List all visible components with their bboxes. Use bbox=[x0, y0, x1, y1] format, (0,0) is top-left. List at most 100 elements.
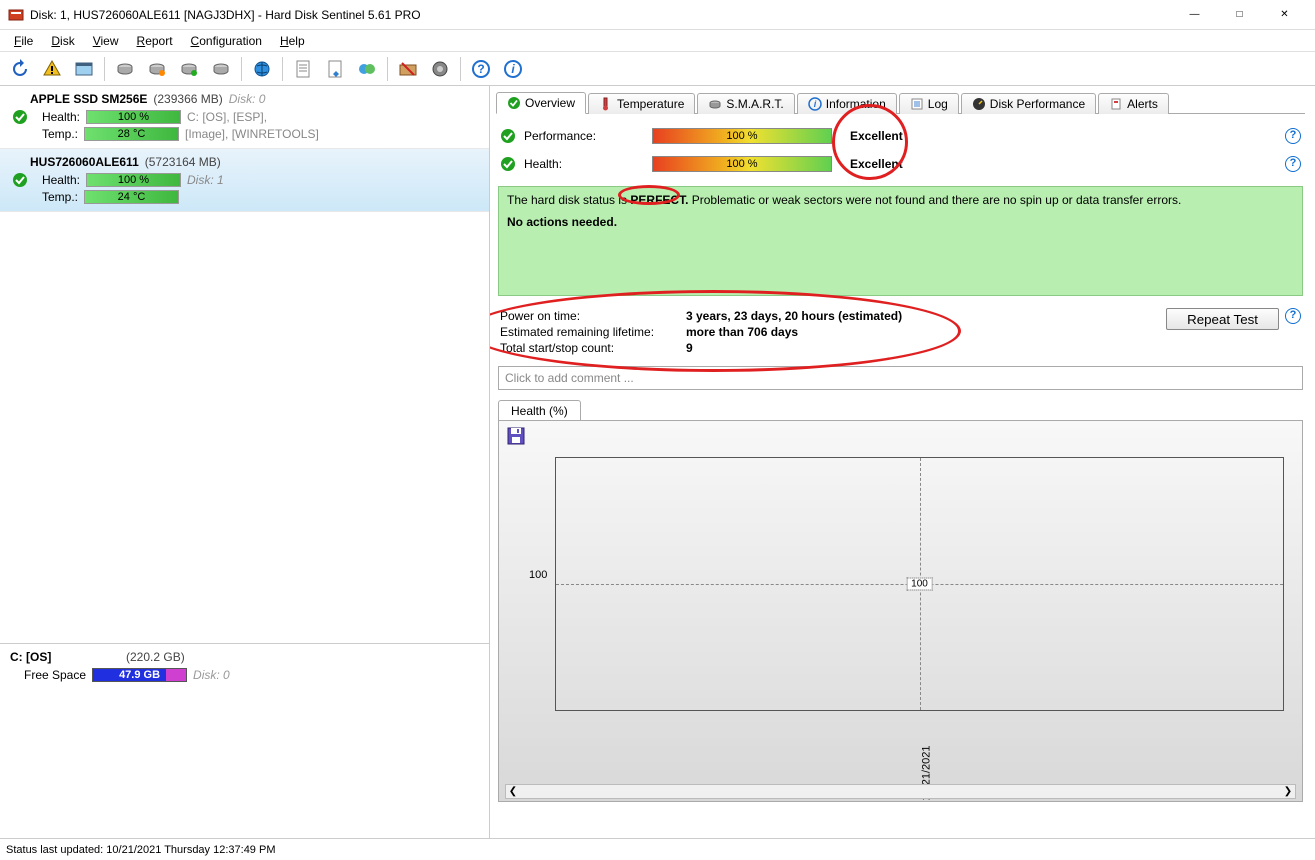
log-icon bbox=[910, 97, 924, 111]
panel-icon[interactable] bbox=[70, 55, 98, 83]
chart-box: 100 bbox=[555, 457, 1284, 711]
horizontal-scrollbar[interactable]: ❮ ❯ bbox=[505, 784, 1296, 799]
statusbar: Status last updated: 10/21/2021 Thursday… bbox=[0, 838, 1315, 860]
toolbar: ? i bbox=[0, 52, 1315, 86]
report-icon-1[interactable] bbox=[289, 55, 317, 83]
temp-bar: 28 °C bbox=[84, 127, 179, 141]
menu-file[interactable]: File bbox=[6, 32, 41, 50]
warning-icon[interactable] bbox=[38, 55, 66, 83]
report-icon-2[interactable] bbox=[321, 55, 349, 83]
tab-information[interactable]: i Information bbox=[797, 93, 897, 114]
menu-help[interactable]: Help bbox=[272, 32, 313, 50]
scroll-left-icon[interactable]: ❮ bbox=[506, 786, 520, 797]
disk-icon-3[interactable] bbox=[175, 55, 203, 83]
check-icon bbox=[500, 128, 516, 144]
disk-size: (239366 MB) bbox=[153, 92, 222, 106]
help-icon[interactable]: ? bbox=[1285, 308, 1301, 324]
status-suffix: Problematic or weak sectors were not fou… bbox=[688, 193, 1181, 207]
poweron-value: 3 years, 23 days, 20 hours (estimated) bbox=[686, 309, 902, 323]
stats-area: Power on time: 3 years, 23 days, 20 hour… bbox=[496, 300, 1305, 364]
health-rating: Excellent bbox=[850, 157, 903, 171]
minimize-button[interactable]: — bbox=[1172, 0, 1217, 30]
temp-label: Temp.: bbox=[32, 190, 78, 204]
menu-disk[interactable]: Disk bbox=[43, 32, 82, 50]
tab-smart[interactable]: S.M.A.R.T. bbox=[697, 93, 794, 114]
thermometer-icon bbox=[599, 97, 613, 111]
info-icon[interactable]: i bbox=[499, 55, 527, 83]
temp-label: Temp.: bbox=[32, 127, 78, 141]
tabs: Overview Temperature S.M.A.R.T. i Inform… bbox=[496, 90, 1305, 114]
menubar: File Disk View Report Configuration Help bbox=[0, 30, 1315, 52]
partition-name: C: [OS] bbox=[10, 650, 120, 664]
disk-icon-2[interactable] bbox=[143, 55, 171, 83]
chart-area: 100 100 10/21/2021 ❮ ❯ bbox=[498, 420, 1303, 802]
menu-report[interactable]: Report bbox=[129, 32, 181, 50]
freespace-label: Free Space bbox=[24, 668, 86, 682]
health-label: Health: bbox=[524, 157, 644, 171]
disk-icon-4[interactable] bbox=[207, 55, 235, 83]
y-axis-tick: 100 bbox=[529, 569, 547, 581]
disk-number: Disk: 1 bbox=[187, 173, 224, 187]
comment-input[interactable]: Click to add comment ... bbox=[498, 366, 1303, 390]
health-tab-label[interactable]: Health (%) bbox=[498, 400, 581, 421]
freespace-bar: 47.9 GB bbox=[92, 668, 187, 682]
disk-item-1[interactable]: HUS726060ALE611 (5723164 MB) Health: 100… bbox=[0, 149, 489, 212]
lifetime-label: Estimated remaining lifetime: bbox=[500, 325, 686, 339]
help-icon[interactable]: ? bbox=[467, 55, 495, 83]
report-icon-3[interactable] bbox=[353, 55, 381, 83]
status-prefix: The hard disk status is bbox=[507, 193, 630, 207]
titlebar: Disk: 1, HUS726060ALE611 [NAGJ3DHX] - Ha… bbox=[0, 0, 1315, 30]
temp-bar: 24 °C bbox=[84, 190, 179, 204]
tab-temperature[interactable]: Temperature bbox=[588, 93, 695, 114]
health-bar: 100 % bbox=[652, 156, 832, 172]
save-icon[interactable] bbox=[507, 427, 525, 445]
scroll-right-icon[interactable]: ❯ bbox=[1281, 786, 1295, 797]
app-icon bbox=[8, 7, 24, 23]
window-title: Disk: 1, HUS726060ALE611 [NAGJ3DHX] - Ha… bbox=[30, 8, 1172, 22]
check-icon bbox=[12, 172, 28, 188]
partition-panel: C: [OS] (220.2 GB) Free Space 47.9 GB Di… bbox=[0, 643, 489, 838]
tab-log[interactable]: Log bbox=[899, 93, 959, 114]
disk-partitions: C: [OS], [ESP], bbox=[187, 110, 267, 124]
menu-configuration[interactable]: Configuration bbox=[183, 32, 270, 50]
status-perfect: PERFECT. bbox=[630, 193, 688, 207]
right-panel: Overview Temperature S.M.A.R.T. i Inform… bbox=[490, 86, 1315, 838]
health-label: Health: bbox=[34, 173, 80, 187]
settings-icon-1[interactable] bbox=[394, 55, 422, 83]
disk-icon-1[interactable] bbox=[111, 55, 139, 83]
settings-icon-2[interactable] bbox=[426, 55, 454, 83]
tab-alerts[interactable]: Alerts bbox=[1098, 93, 1169, 114]
disk-size: (5723164 MB) bbox=[145, 155, 221, 169]
disk-item-0[interactable]: APPLE SSD SM256E (239366 MB) Disk: 0 Hea… bbox=[0, 86, 489, 149]
disk-partitions-2: [Image], [WINRETOOLS] bbox=[185, 127, 319, 141]
lifetime-value: more than 706 days bbox=[686, 325, 798, 339]
alert-icon bbox=[1109, 97, 1123, 111]
metrics-area: Performance: 100 % Excellent ? Health: 1… bbox=[496, 114, 1305, 182]
check-icon bbox=[500, 156, 516, 172]
health-chart-section: Health (%) 100 100 10/21/2021 ❮ ❯ bbox=[498, 400, 1303, 802]
svg-text:?: ? bbox=[477, 62, 484, 76]
performance-label: Performance: bbox=[524, 129, 644, 143]
svg-text:i: i bbox=[511, 62, 515, 76]
close-button[interactable]: ✕ bbox=[1262, 0, 1307, 30]
help-icon[interactable]: ? bbox=[1285, 128, 1301, 144]
performance-bar: 100 % bbox=[652, 128, 832, 144]
refresh-icon[interactable] bbox=[6, 55, 34, 83]
disk-icon bbox=[708, 97, 722, 111]
tab-overview[interactable]: Overview bbox=[496, 92, 586, 114]
partition-diskno: Disk: 0 bbox=[193, 668, 230, 682]
disk-number: Disk: 0 bbox=[229, 92, 266, 106]
help-icon[interactable]: ? bbox=[1285, 156, 1301, 172]
poweron-label: Power on time: bbox=[500, 309, 686, 323]
health-label: Health: bbox=[34, 110, 80, 124]
check-icon bbox=[507, 96, 521, 110]
health-bar: 100 % bbox=[86, 110, 181, 124]
tab-performance[interactable]: Disk Performance bbox=[961, 93, 1096, 114]
repeat-test-button[interactable]: Repeat Test bbox=[1166, 308, 1279, 330]
menu-view[interactable]: View bbox=[85, 32, 127, 50]
left-panel: APPLE SSD SM256E (239366 MB) Disk: 0 Hea… bbox=[0, 86, 490, 838]
gauge-icon bbox=[972, 97, 986, 111]
globe-icon[interactable] bbox=[248, 55, 276, 83]
maximize-button[interactable]: □ bbox=[1217, 0, 1262, 30]
disk-name: APPLE SSD SM256E bbox=[30, 92, 147, 106]
